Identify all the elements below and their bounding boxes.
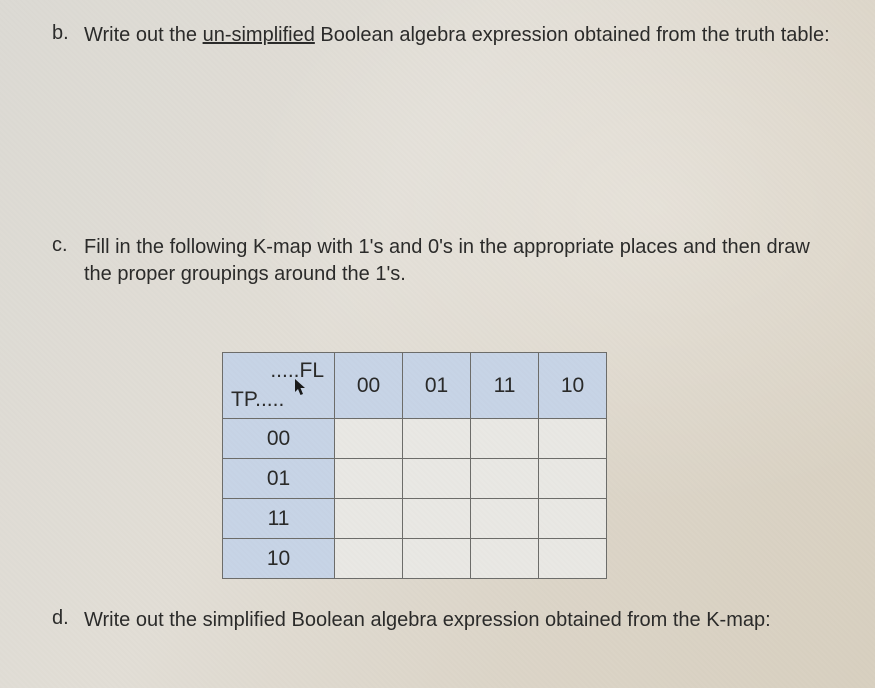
kmap-cell [335, 459, 403, 499]
text-b-under: un-simplified [203, 24, 315, 46]
label-d: d. [52, 607, 69, 630]
kmap-table: .....FL TP..... 00 01 11 10 00 01 [222, 352, 607, 579]
kmap-cell [335, 539, 403, 579]
worksheet-page: b. Write out the un-simplified Boolean a… [0, 0, 875, 688]
kmap-cell [403, 539, 471, 579]
text-b-post: Boolean algebra expression obtained from… [315, 24, 830, 46]
kmap-cell [403, 419, 471, 459]
kmap-cell [539, 499, 607, 539]
kmap-col-11: 11 [471, 353, 539, 419]
kmap-cell [335, 499, 403, 539]
kmap-cell [471, 539, 539, 579]
kmap-cell [335, 419, 403, 459]
kmap-cell [539, 539, 607, 579]
label-c: c. [52, 234, 68, 257]
text-d: Write out the simplified Boolean algebra… [84, 607, 835, 634]
question-c: c. Fill in the following K-map with 1's … [52, 234, 835, 288]
kmap-row-11: 11 [223, 499, 607, 539]
kmap-cell [539, 419, 607, 459]
text-b-pre: Write out the [84, 24, 203, 46]
kmap-row-00: 00 [223, 419, 607, 459]
kmap-rowhead-10: 10 [223, 539, 335, 579]
kmap-rowhead-00: 00 [223, 419, 335, 459]
kmap-col-10: 10 [539, 353, 607, 419]
kmap-rowhead-11: 11 [223, 499, 335, 539]
kmap-cell [471, 499, 539, 539]
kmap-row-01: 01 [223, 459, 607, 499]
question-b: b. Write out the un-simplified Boolean a… [52, 22, 835, 49]
kmap-rowhead-01: 01 [223, 459, 335, 499]
kmap-cell [403, 499, 471, 539]
kmap-header-row: .....FL TP..... 00 01 11 10 [223, 353, 607, 419]
text-c: Fill in the following K-map with 1's and… [84, 234, 835, 288]
kmap-corner-fl: .....FL [270, 359, 324, 383]
kmap-cell [539, 459, 607, 499]
kmap-corner-tp: TP..... [231, 388, 284, 412]
kmap-cell [471, 419, 539, 459]
kmap-cell [403, 459, 471, 499]
kmap-corner: .....FL TP..... [223, 353, 335, 419]
answer-space-b [52, 79, 835, 234]
text-b: Write out the un-simplified Boolean alge… [84, 22, 835, 49]
kmap-container: .....FL TP..... 00 01 11 10 00 01 [222, 352, 835, 579]
kmap-row-10: 10 [223, 539, 607, 579]
kmap-cell [471, 459, 539, 499]
question-d: d. Write out the simplified Boolean alge… [52, 607, 835, 634]
label-b: b. [52, 22, 69, 45]
kmap-col-00: 00 [335, 353, 403, 419]
kmap-col-01: 01 [403, 353, 471, 419]
